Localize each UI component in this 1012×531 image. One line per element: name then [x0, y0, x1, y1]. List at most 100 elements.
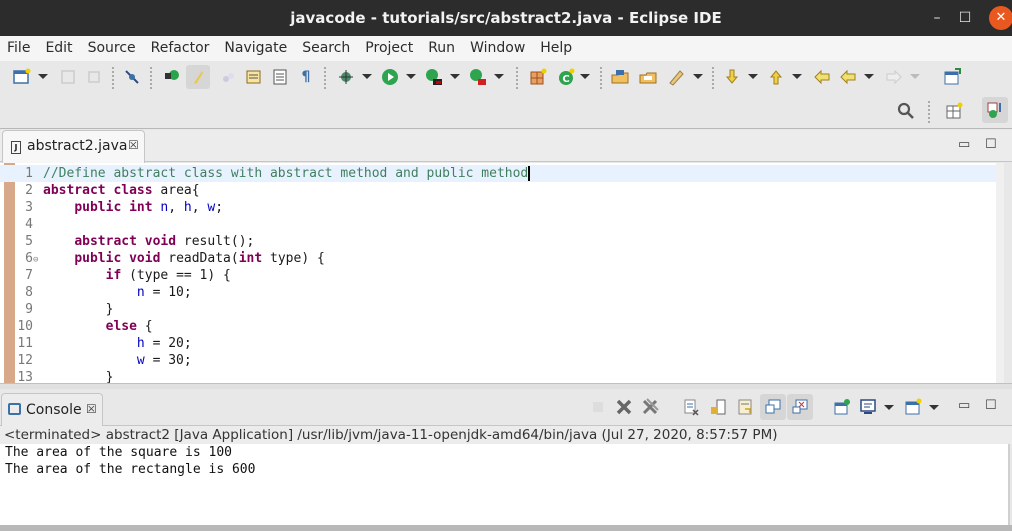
new-java-class-icon[interactable]: C [556, 67, 576, 87]
maximize-button[interactable]: ☐ [953, 6, 977, 30]
debug-icon[interactable] [336, 67, 356, 87]
save-icon[interactable] [58, 67, 78, 87]
maximize-console-button[interactable]: ☐ [985, 398, 997, 413]
forward-dropdown[interactable] [910, 74, 920, 79]
previous-annotation-icon[interactable] [766, 67, 786, 87]
show-console-on-stdout-icon[interactable] [760, 394, 786, 420]
new-dropdown[interactable] [38, 74, 48, 79]
toolbar-separator [712, 67, 714, 89]
line-number: 1 [25, 166, 33, 181]
scroll-lock-icon[interactable] [708, 397, 728, 417]
previous-annotation-dropdown[interactable] [792, 74, 802, 79]
code-line[interactable]: 7 if (type == 1) { [0, 267, 996, 284]
console-icon [8, 403, 21, 415]
back-dropdown[interactable] [864, 74, 874, 79]
editor-horizontal-scrollbar[interactable] [0, 383, 1012, 389]
show-whitespace-icon[interactable] [270, 67, 290, 87]
open-perspective-icon[interactable] [942, 67, 962, 87]
save-all-icon[interactable] [84, 67, 104, 87]
toolbar-separator [928, 101, 930, 123]
code-line[interactable]: 12 w = 30; [0, 352, 996, 369]
open-perspective-icon[interactable] [944, 101, 964, 121]
close-tab-icon[interactable]: ☒ [86, 402, 97, 416]
code-text: } [43, 302, 114, 317]
console-output[interactable]: The area of the square is 100 The area o… [0, 444, 1010, 526]
skip-breakpoints-icon[interactable] [122, 67, 142, 87]
debug-dropdown[interactable] [362, 74, 372, 79]
menu-run[interactable]: Run [421, 36, 463, 61]
code-line[interactable]: 13 } [0, 369, 996, 383]
code-line[interactable]: 10 else { [0, 318, 996, 335]
toggle-mark-occurrences-icon[interactable] [186, 65, 210, 89]
menu-refactor[interactable]: Refactor [144, 36, 218, 61]
clear-console-icon[interactable] [681, 397, 701, 417]
open-console-icon[interactable] [903, 397, 923, 417]
next-annotation-icon[interactable] [722, 67, 742, 87]
external-tools-icon[interactable] [468, 67, 488, 87]
terminate-icon[interactable] [588, 397, 608, 417]
code-line[interactable]: 2 abstract class area{ [0, 182, 996, 199]
code-line[interactable]: 9 } [0, 301, 996, 318]
new-class-dropdown[interactable] [580, 74, 590, 79]
show-console-on-stderr-icon[interactable] [787, 394, 813, 420]
display-selected-console-icon[interactable] [858, 397, 878, 417]
menu-navigate[interactable]: Navigate [217, 36, 295, 61]
open-folder-icon[interactable] [638, 67, 658, 87]
open-task-icon[interactable] [610, 67, 630, 87]
new-icon[interactable] [12, 67, 32, 87]
open-console-dropdown[interactable] [929, 405, 939, 410]
code-line[interactable]: 5 abstract void result(); [0, 233, 996, 250]
remove-launch-icon[interactable] [614, 397, 634, 417]
toggle-block-selection-icon[interactable] [218, 67, 238, 87]
code-text: } [43, 370, 114, 383]
tab-console[interactable]: Console ☒ [1, 393, 103, 427]
line-number: 2 [25, 183, 33, 198]
close-tab-icon[interactable]: ☒ [128, 138, 139, 152]
display-console-dropdown[interactable] [884, 405, 894, 410]
minimize-button[interactable]: – [925, 6, 949, 30]
menu-search[interactable]: Search [295, 36, 358, 61]
back-icon[interactable] [838, 67, 858, 87]
java-perspective-icon[interactable] [982, 97, 1008, 123]
code-line[interactable]: 6 ⊖ public void readData(int type) { [0, 250, 996, 267]
menu-help[interactable]: Help [533, 36, 580, 61]
code-text: w = 30; [136, 353, 192, 368]
close-button[interactable]: ✕ [989, 6, 1012, 30]
menu-window[interactable]: Window [463, 36, 533, 61]
run-dropdown[interactable] [406, 74, 416, 79]
search-icon[interactable] [896, 101, 916, 121]
tab-abstract2-java[interactable]: J abstract2.java ☒ [2, 130, 145, 163]
code-line[interactable]: 11 h = 20; [0, 335, 996, 352]
toggle-word-wrap-icon[interactable] [244, 67, 264, 87]
new-java-package-icon[interactable] [528, 67, 548, 87]
code-line[interactable]: 8 n = 10; [0, 284, 996, 301]
pin-console-icon[interactable] [832, 397, 852, 417]
word-wrap-icon[interactable] [735, 397, 755, 417]
forward-icon[interactable] [884, 67, 904, 87]
line-number: 13 [17, 370, 33, 383]
pin-dropdown[interactable] [693, 74, 703, 79]
open-type-icon[interactable] [162, 67, 182, 87]
last-edit-location-icon[interactable] [812, 67, 832, 87]
menu-edit[interactable]: Edit [38, 36, 80, 61]
menu-file[interactable]: File [0, 36, 38, 61]
external-tools-dropdown[interactable] [494, 74, 504, 79]
minimize-console-button[interactable]: ▭ [958, 398, 970, 413]
code-line[interactable]: 4 [0, 216, 996, 233]
code-line[interactable]: 3 public int n, h, w; [0, 199, 996, 216]
minimize-editor-button[interactable]: ▭ [958, 137, 970, 152]
pin-icon[interactable] [666, 67, 686, 87]
line-number: 4 [25, 217, 33, 232]
next-annotation-dropdown[interactable] [748, 74, 758, 79]
code-editor[interactable]: 1 //Define abstract class with abstract m… [0, 163, 1004, 383]
run-icon[interactable] [380, 67, 400, 87]
console-horizontal-scrollbar[interactable] [0, 525, 1012, 531]
coverage-icon[interactable] [424, 67, 444, 87]
menu-source[interactable]: Source [81, 36, 144, 61]
menu-project[interactable]: Project [358, 36, 421, 61]
remove-all-launches-icon[interactable] [640, 397, 660, 417]
pilcrow-icon[interactable]: ¶ [296, 67, 316, 87]
maximize-editor-button[interactable]: ☐ [985, 137, 997, 152]
coverage-dropdown[interactable] [450, 74, 460, 79]
code-line[interactable]: 1 //Define abstract class with abstract m… [0, 165, 996, 182]
